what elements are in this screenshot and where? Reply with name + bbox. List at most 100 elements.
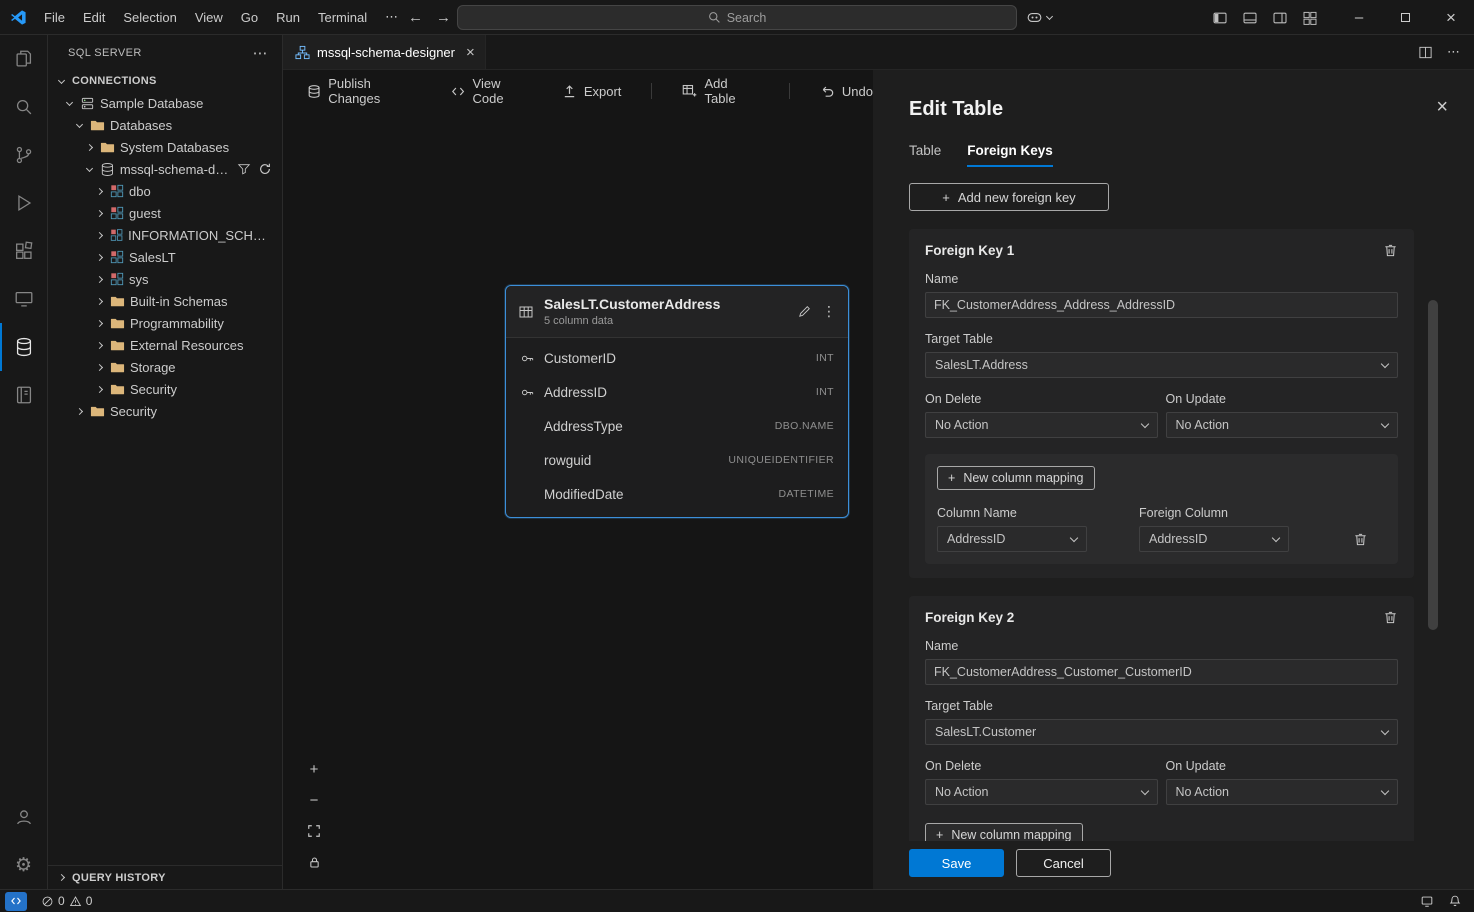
view-code-button[interactable]: View Code (451, 76, 531, 106)
delete-foreign-key-icon[interactable] (1383, 610, 1398, 625)
column-row-addressid[interactable]: AddressID INT (506, 375, 848, 409)
edit-pencil-icon[interactable] (797, 304, 812, 319)
scrollbar-thumb[interactable] (1428, 300, 1438, 630)
new-column-mapping-button[interactable]: + New column mapping (937, 466, 1095, 490)
menu-file[interactable]: File (35, 0, 74, 35)
tree-item-sample-database[interactable]: Sample Database (48, 92, 282, 114)
table-node-customeraddress[interactable]: SalesLT.CustomerAddress 5 column data ⋮ … (505, 285, 849, 518)
remote-indicator[interactable] (5, 892, 27, 911)
tree-item-databases[interactable]: Databases (48, 114, 282, 136)
menu-view[interactable]: View (186, 0, 232, 35)
on-delete-select[interactable]: No Action (925, 779, 1158, 805)
broadcast-icon[interactable] (1420, 894, 1434, 908)
sidebar-more-actions-icon[interactable]: ⋯ (253, 44, 268, 62)
refresh-icon[interactable] (258, 162, 272, 176)
tree-item-built-in-schemas[interactable]: Built-in Schemas (48, 290, 282, 312)
designer-canvas[interactable]: Publish Changes View Code Export Add Tab… (283, 70, 873, 889)
command-center-search[interactable]: Search (457, 5, 1017, 30)
schema-icon (110, 184, 124, 198)
bell-icon[interactable] (1448, 894, 1462, 908)
fk-name-input[interactable] (925, 292, 1398, 318)
query-history-section[interactable]: QUERY HISTORY (48, 865, 282, 889)
target-table-select[interactable]: SalesLT.Customer (925, 719, 1398, 745)
minimize-button[interactable]: – (1336, 0, 1382, 35)
customize-layout-icon[interactable] (1302, 10, 1318, 26)
nav-forward-icon[interactable]: → (430, 0, 457, 35)
tree-item-information-schema[interactable]: INFORMATION_SCHEMA (48, 224, 282, 246)
target-table-select[interactable]: SalesLT.Address (925, 352, 1398, 378)
menu-edit[interactable]: Edit (74, 0, 114, 35)
on-delete-select[interactable]: No Action (925, 412, 1158, 438)
save-button[interactable]: Save (909, 849, 1004, 877)
cancel-button[interactable]: Cancel (1016, 849, 1111, 877)
tree-item-system-databases[interactable]: System Databases (48, 136, 282, 158)
fit-view-icon[interactable] (305, 822, 323, 840)
close-panel-icon[interactable]: × (1436, 96, 1448, 119)
add-foreign-key-button[interactable]: + Add new foreign key (909, 183, 1109, 211)
remote-explorer-icon[interactable] (0, 275, 48, 323)
column-row-customerid[interactable]: CustomerID INT (506, 341, 848, 375)
editor-more-actions-icon[interactable]: ⋯ (1447, 44, 1460, 60)
publish-changes-button[interactable]: Publish Changes (307, 76, 421, 106)
table-kebab-menu-icon[interactable]: ⋮ (822, 303, 836, 320)
tree-item-guest[interactable]: guest (48, 202, 282, 224)
delete-foreign-key-icon[interactable] (1383, 243, 1398, 258)
status-bar: 0 0 (0, 889, 1474, 912)
search-view-icon[interactable] (0, 83, 48, 131)
maximize-button[interactable] (1382, 0, 1428, 35)
extensions-icon[interactable] (0, 227, 48, 275)
connections-section-header[interactable]: CONNECTIONS (48, 70, 282, 92)
column-row-addresstype[interactable]: AddressType DBO.NAME (506, 409, 848, 443)
tree-item-storage[interactable]: Storage (48, 356, 282, 378)
source-control-icon[interactable] (0, 131, 48, 179)
nav-back-icon[interactable]: ← (402, 0, 429, 35)
toggle-primary-sidebar-icon[interactable] (1212, 10, 1228, 26)
tab-mssql-schema-designer[interactable]: mssql-schema-designer × (283, 35, 486, 69)
export-button[interactable]: Export (562, 84, 622, 99)
on-update-select[interactable]: No Action (1166, 779, 1399, 805)
settings-gear-icon[interactable]: ⚙ (0, 841, 48, 889)
toggle-secondary-sidebar-icon[interactable] (1272, 10, 1288, 26)
column-row-rowguid[interactable]: rowguid UNIQUEIDENTIFIER (506, 443, 848, 477)
menu-terminal[interactable]: Terminal (309, 0, 376, 35)
menu-go[interactable]: Go (232, 0, 267, 35)
tree-item-saleslt[interactable]: SalesLT (48, 246, 282, 268)
fk-name-input[interactable] (925, 659, 1398, 685)
zoom-out-icon[interactable]: − (305, 791, 323, 809)
tab-table[interactable]: Table (909, 143, 941, 167)
column-row-modifieddate[interactable]: ModifiedDate DATETIME (506, 477, 848, 511)
account-icon[interactable] (0, 793, 48, 841)
tree-item-external-resources[interactable]: External Resources (48, 334, 282, 356)
add-table-button[interactable]: Add Table (682, 76, 759, 106)
tree-item-mssql-schema-designer-db[interactable]: mssql-schema-de... (48, 158, 282, 180)
split-editor-icon[interactable] (1418, 45, 1433, 60)
panel-scrollbar[interactable] (1428, 234, 1438, 819)
notebooks-icon[interactable] (0, 371, 48, 419)
lock-icon[interactable] (305, 853, 323, 871)
tree-item-dbo[interactable]: dbo (48, 180, 282, 202)
on-update-select[interactable]: No Action (1166, 412, 1399, 438)
tree-item-sys[interactable]: sys (48, 268, 282, 290)
sql-server-icon[interactable] (0, 323, 48, 371)
menu-selection[interactable]: Selection (114, 0, 185, 35)
tab-foreign-keys[interactable]: Foreign Keys (967, 143, 1053, 167)
explorer-icon[interactable] (0, 35, 48, 83)
close-tab-icon[interactable]: × (466, 44, 475, 61)
copilot-icon[interactable] (1025, 0, 1052, 35)
problems-indicator[interactable]: 0 0 (37, 894, 96, 908)
tree-item-programmability[interactable]: Programmability (48, 312, 282, 334)
undo-button[interactable]: Undo (820, 84, 873, 99)
menu-run[interactable]: Run (267, 0, 309, 35)
toggle-panel-icon[interactable] (1242, 10, 1258, 26)
foreign-column-select[interactable]: AddressID (1139, 526, 1289, 552)
run-debug-icon[interactable] (0, 179, 48, 227)
new-column-mapping-button[interactable]: + New column mapping (925, 823, 1083, 841)
zoom-in-icon[interactable]: + (305, 760, 323, 778)
delete-mapping-icon[interactable] (1353, 532, 1368, 552)
key-icon (520, 385, 535, 400)
tree-item-security[interactable]: Security (48, 378, 282, 400)
tree-item-security-outer[interactable]: Security (48, 400, 282, 422)
close-window-button[interactable]: × (1428, 0, 1474, 35)
filter-icon[interactable] (237, 162, 251, 176)
column-name-select[interactable]: AddressID (937, 526, 1087, 552)
